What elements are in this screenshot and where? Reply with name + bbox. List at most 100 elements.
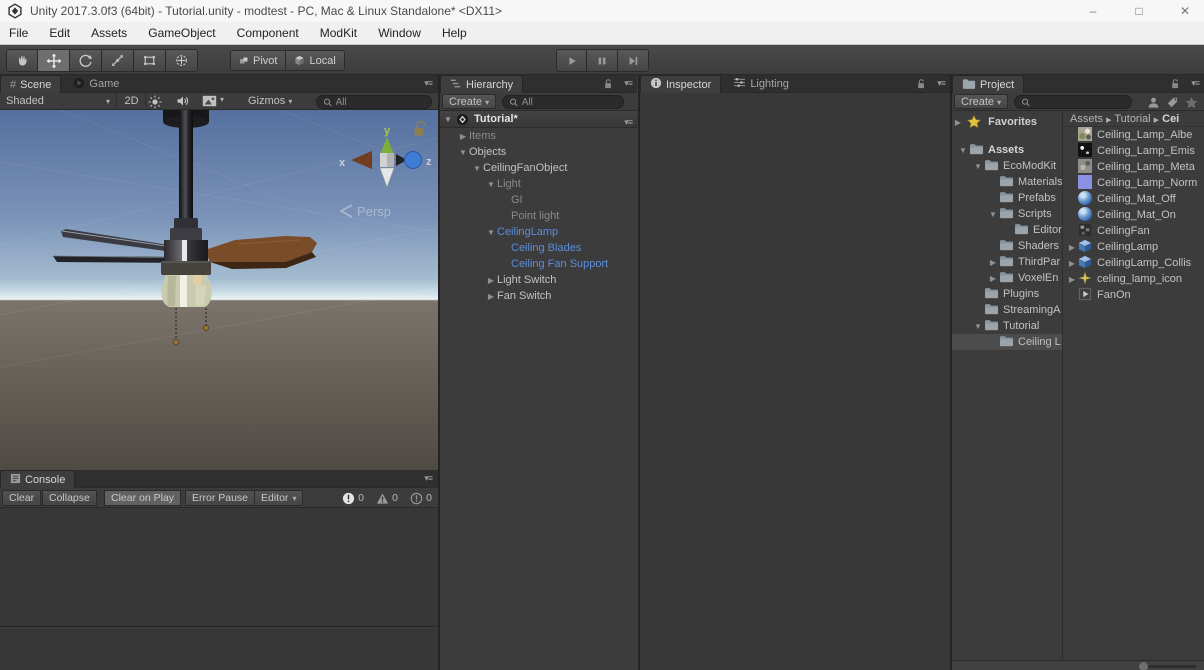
thumbnail-zoom-track[interactable] bbox=[1144, 665, 1196, 668]
maximize-button[interactable]: □ bbox=[1122, 2, 1156, 20]
tab-inspector[interactable]: Inspector bbox=[640, 75, 721, 93]
warning-filter-toggle[interactable]: 0 bbox=[376, 490, 398, 506]
foldout-arrow[interactable]: ▶ bbox=[1066, 256, 1078, 272]
foldout-arrow[interactable]: ▶ bbox=[457, 129, 469, 145]
hierarchy-item-ceiling-blades[interactable]: Ceiling Blades bbox=[440, 240, 637, 256]
panel-divider[interactable] bbox=[638, 75, 640, 670]
project-folder-streaminga[interactable]: StreamingA bbox=[952, 302, 1062, 318]
console-detail-area[interactable] bbox=[0, 628, 438, 670]
asset-item-ceiling_lamp_meta[interactable]: Ceiling_Lamp_Meta bbox=[1064, 159, 1204, 175]
favorites-row[interactable]: ▶ Favorites bbox=[952, 114, 1062, 130]
step-button[interactable] bbox=[618, 49, 649, 72]
project-folder-shaders[interactable]: Shaders bbox=[952, 238, 1062, 254]
hierarchy-item-light[interactable]: ▼Light bbox=[440, 176, 637, 192]
rotate-tool-button[interactable] bbox=[70, 49, 102, 72]
editor-dropdown[interactable]: Editor▾ bbox=[254, 490, 303, 506]
foldout-arrow[interactable]: ▶ bbox=[485, 289, 497, 305]
foldout-arrow[interactable]: ▼ bbox=[485, 177, 497, 193]
tab-console[interactable]: Console bbox=[0, 470, 75, 488]
asset-item-ceilinglamp[interactable]: ▶CeilingLamp bbox=[1064, 239, 1204, 255]
project-folder-ceiling-l[interactable]: Ceiling L bbox=[952, 334, 1062, 350]
console-log-list[interactable] bbox=[0, 508, 438, 627]
project-folder-plugins[interactable]: Plugins bbox=[952, 286, 1062, 302]
project-folder-voxelen[interactable]: ▶VoxelEn bbox=[952, 270, 1062, 286]
transform-tool-button[interactable] bbox=[166, 49, 198, 72]
pivot-toggle-button[interactable]: Pivot bbox=[230, 50, 286, 71]
project-folder-assets[interactable]: ▼Assets bbox=[952, 142, 1062, 158]
tab-scene[interactable]: # Scene bbox=[0, 75, 61, 93]
close-button[interactable]: ✕ bbox=[1168, 2, 1202, 20]
pause-button[interactable] bbox=[587, 49, 618, 72]
project-folder-tutorial[interactable]: ▼Tutorial bbox=[952, 318, 1062, 334]
project-folder-prefabs[interactable]: Prefabs bbox=[952, 190, 1062, 206]
menu-component[interactable]: Component bbox=[228, 22, 308, 44]
asset-item-ceilinglamp_collis[interactable]: ▶CeilingLamp_Collis bbox=[1064, 255, 1204, 271]
gizmos-dropdown[interactable]: Gizmos ▾ bbox=[248, 95, 292, 107]
foldout-arrow[interactable]: ▼ bbox=[442, 111, 454, 128]
asset-item-celing_lamp_icon[interactable]: ▶celing_lamp_icon bbox=[1064, 271, 1204, 287]
panel-menu-icon[interactable]: ▾≡ bbox=[1191, 78, 1199, 89]
lock-icon[interactable] bbox=[1170, 78, 1180, 93]
breadcrumb-tutorial[interactable]: Tutorial bbox=[1114, 113, 1150, 125]
foldout-arrow[interactable]: ▶ bbox=[1066, 240, 1078, 256]
scene-header-row[interactable]: ▼ Tutorial* ▾≡ bbox=[440, 111, 637, 128]
play-button[interactable] bbox=[556, 49, 587, 72]
foldout-arrow[interactable]: ▼ bbox=[972, 319, 984, 335]
tab-lighting[interactable]: Lighting bbox=[724, 75, 798, 93]
saved-search-star-icon[interactable] bbox=[1185, 96, 1198, 112]
error-filter-toggle[interactable]: 0 bbox=[342, 490, 364, 506]
project-folder-scripts[interactable]: ▼Scripts bbox=[952, 206, 1062, 222]
menu-help[interactable]: Help bbox=[433, 22, 476, 44]
hierarchy-search-field[interactable] bbox=[502, 95, 624, 109]
create-dropdown[interactable]: Create ▾ bbox=[954, 94, 1008, 109]
foldout-arrow[interactable]: ▶ bbox=[1066, 272, 1078, 288]
hierarchy-item-gi[interactable]: GI bbox=[440, 192, 637, 208]
asset-item-ceilingfan[interactable]: CeilingFan bbox=[1064, 223, 1204, 239]
panel-menu-icon[interactable]: ▾≡ bbox=[424, 473, 432, 484]
foldout-arrow[interactable]: ▼ bbox=[457, 145, 469, 161]
tab-project[interactable]: Project bbox=[952, 75, 1024, 93]
breadcrumb-assets[interactable]: Assets bbox=[1070, 113, 1103, 125]
tab-game[interactable]: Game bbox=[64, 75, 128, 93]
foldout-arrow[interactable]: ▶ bbox=[485, 273, 497, 289]
clear-button[interactable]: Clear bbox=[2, 490, 41, 506]
menu-file[interactable]: File bbox=[0, 22, 37, 44]
lock-icon[interactable] bbox=[603, 78, 613, 93]
clear-on-play-button[interactable]: Clear on Play bbox=[104, 490, 181, 506]
log-filter-toggle[interactable]: 0 bbox=[410, 490, 432, 506]
foldout-arrow[interactable]: ▼ bbox=[485, 225, 497, 241]
create-dropdown[interactable]: Create ▾ bbox=[442, 94, 496, 109]
scene-search-field[interactable] bbox=[316, 95, 432, 109]
scale-tool-button[interactable] bbox=[102, 49, 134, 72]
audio-toggle-icon[interactable] bbox=[176, 95, 190, 110]
asset-item-ceiling_lamp_norm[interactable]: Ceiling_Lamp_Norm bbox=[1064, 175, 1204, 191]
shading-mode-dropdown[interactable]: Shaded▾ bbox=[0, 93, 117, 109]
hierarchy-item-ceilingfanobject[interactable]: ▼CeilingFanObject bbox=[440, 160, 637, 176]
hierarchy-item-point-light[interactable]: Point light bbox=[440, 208, 637, 224]
hierarchy-item-ceilinglamp[interactable]: ▼CeilingLamp bbox=[440, 224, 637, 240]
panel-menu-icon[interactable]: ▾≡ bbox=[937, 78, 945, 89]
menu-gameobject[interactable]: GameObject bbox=[139, 22, 224, 44]
rect-tool-button[interactable] bbox=[134, 49, 166, 72]
menu-assets[interactable]: Assets bbox=[82, 22, 136, 44]
project-folder-ecomodkit[interactable]: ▼EcoModKit bbox=[952, 158, 1062, 174]
asset-item-ceiling_mat_off[interactable]: Ceiling_Mat_Off bbox=[1064, 191, 1204, 207]
asset-item-ceiling_lamp_emis[interactable]: Ceiling_Lamp_Emis bbox=[1064, 143, 1204, 159]
hierarchy-search-input[interactable] bbox=[522, 97, 617, 108]
hierarchy-item-fan-switch[interactable]: ▶Fan Switch bbox=[440, 288, 637, 304]
local-toggle-button[interactable]: Local bbox=[286, 50, 344, 71]
panel-divider[interactable] bbox=[950, 75, 952, 670]
hierarchy-item-objects[interactable]: ▼Objects bbox=[440, 144, 637, 160]
foldout-arrow[interactable]: ▶ bbox=[987, 255, 999, 271]
menu-modkit[interactable]: ModKit bbox=[311, 22, 366, 44]
project-folder-materials[interactable]: Materials bbox=[952, 174, 1062, 190]
project-folder-editor[interactable]: Editor bbox=[952, 222, 1062, 238]
project-search-field[interactable] bbox=[1014, 95, 1132, 109]
foldout-arrow[interactable]: ▼ bbox=[972, 159, 984, 175]
foldout-arrow[interactable]: ▶ bbox=[987, 271, 999, 287]
search-by-type-icon[interactable] bbox=[1147, 96, 1160, 112]
minimize-button[interactable]: – bbox=[1076, 2, 1110, 20]
hierarchy-item-items[interactable]: ▶Items bbox=[440, 128, 637, 144]
menu-window[interactable]: Window bbox=[369, 22, 430, 44]
project-folder-thirdpar[interactable]: ▶ThirdPar bbox=[952, 254, 1062, 270]
